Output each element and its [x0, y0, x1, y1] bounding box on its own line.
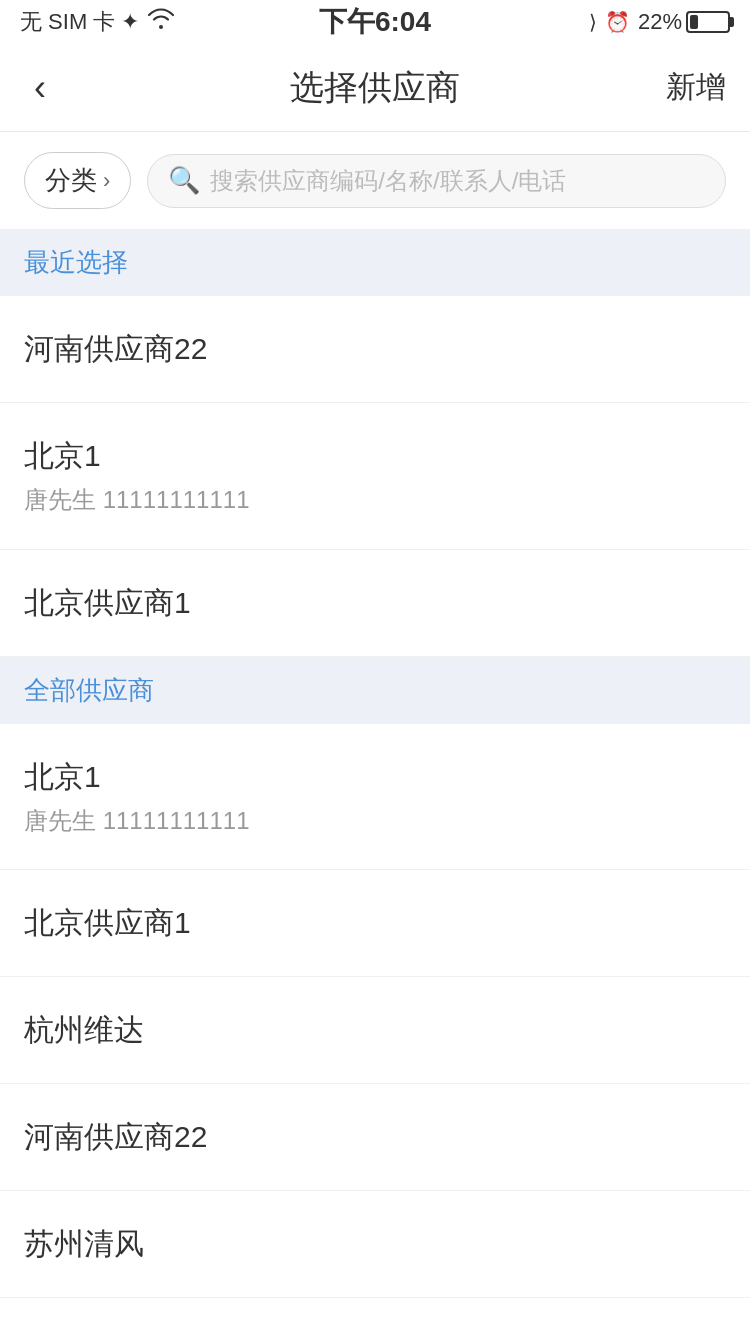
alarm-icon: ⏰: [605, 10, 630, 34]
status-right: ⟩ ⏰ 22%: [589, 9, 730, 35]
item-sub: 唐先生 11111111111: [24, 804, 726, 838]
list-item[interactable]: 杭州维达: [0, 977, 750, 1084]
battery-percent: 22%: [638, 9, 682, 35]
search-placeholder: 搜索供应商编码/名称/联系人/电话: [210, 165, 566, 197]
wifi-icon: [147, 8, 175, 36]
page-title: 选择供应商: [290, 65, 460, 111]
item-name: 北京供应商1: [24, 902, 726, 944]
battery: 22%: [638, 9, 730, 35]
list-item[interactable]: 苏州清风: [0, 1191, 750, 1298]
recent-section-header: 最近选择: [0, 229, 750, 296]
item-name: 北京供应商1: [24, 582, 726, 624]
search-box[interactable]: 🔍 搜索供应商编码/名称/联系人/电话: [147, 154, 726, 208]
list-item[interactable]: 北京1 唐先生 11111111111: [0, 403, 750, 550]
list-item[interactable]: 河南供应商22: [0, 1084, 750, 1191]
battery-box: [686, 11, 730, 33]
chevron-right-icon: ›: [103, 168, 110, 194]
item-name: 北京1: [24, 435, 726, 477]
list-item[interactable]: 北京供应商1: [0, 550, 750, 657]
item-name: 河南供应商22: [24, 328, 726, 370]
list-item[interactable]: 北京1 唐先生 11111111111: [0, 724, 750, 871]
recent-list: 河南供应商22 北京1 唐先生 11111111111 北京供应商1: [0, 296, 750, 657]
status-time: 下午6:04: [319, 3, 431, 41]
no-sim-text: 无 SIM 卡 ✦: [20, 7, 139, 37]
add-button[interactable]: 新增: [666, 67, 726, 108]
battery-fill: [690, 15, 698, 29]
status-bar: 无 SIM 卡 ✦ 下午6:04 ⟩ ⏰ 22%: [0, 0, 750, 44]
recent-section-label: 最近选择: [24, 247, 128, 277]
search-icon: 🔍: [168, 165, 200, 196]
all-list: 北京1 唐先生 11111111111 北京供应商1 杭州维达河南供应商22 苏州清风: [0, 724, 750, 1299]
list-item[interactable]: 北京供应商1: [0, 870, 750, 977]
location-icon: ⟩: [589, 10, 597, 34]
item-name: 北京1: [24, 756, 726, 798]
item-name: 河南供应商22: [24, 1116, 726, 1158]
nav-bar: ‹ 选择供应商 新增: [0, 44, 750, 132]
all-section-header: 全部供应商: [0, 657, 750, 724]
status-left: 无 SIM 卡 ✦: [20, 7, 175, 37]
all-section-label: 全部供应商: [24, 675, 154, 705]
item-name: 苏州清风: [24, 1223, 726, 1265]
category-filter[interactable]: 分类 ›: [24, 152, 131, 209]
list-item[interactable]: 河南供应商22: [0, 296, 750, 403]
back-button[interactable]: ‹: [24, 57, 84, 119]
category-label: 分类: [45, 163, 97, 198]
item-sub: 唐先生 11111111111: [24, 483, 726, 517]
filter-bar: 分类 › 🔍 搜索供应商编码/名称/联系人/电话: [0, 132, 750, 229]
item-name: 杭州维达: [24, 1009, 726, 1051]
